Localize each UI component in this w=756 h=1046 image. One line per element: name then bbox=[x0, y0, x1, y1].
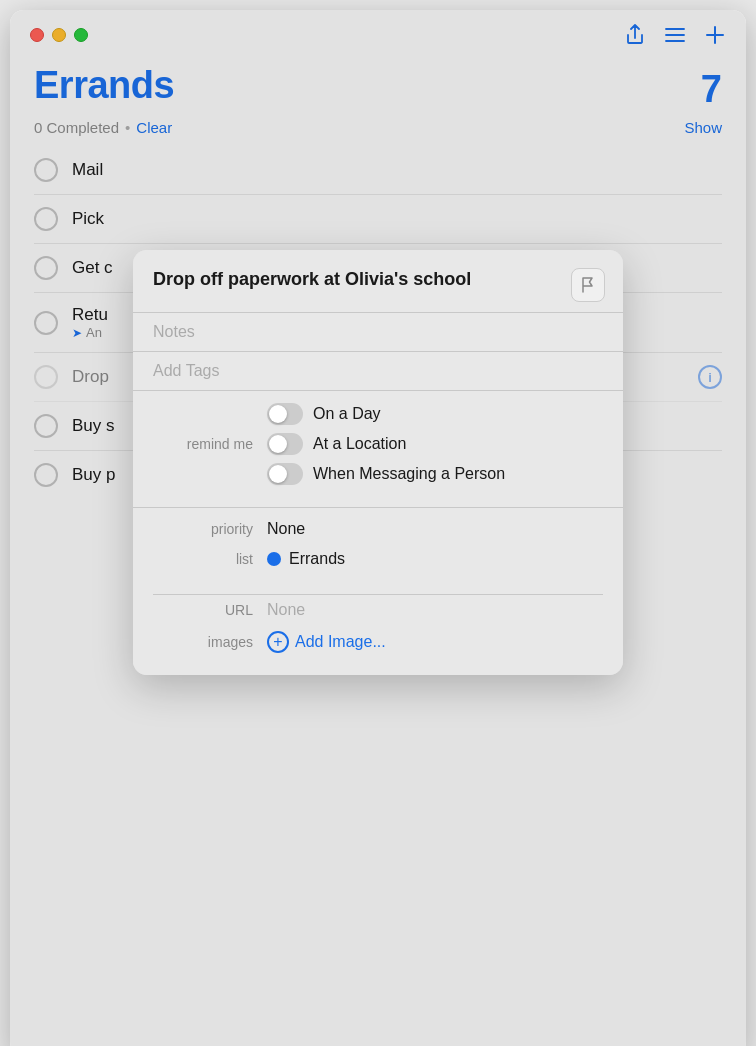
notes-field[interactable]: Notes bbox=[133, 313, 623, 351]
on-a-day-toggle[interactable] bbox=[267, 403, 303, 425]
list-label: list bbox=[153, 551, 253, 567]
url-value[interactable]: None bbox=[267, 601, 305, 619]
flag-button[interactable] bbox=[571, 268, 605, 302]
messaging-toggle[interactable] bbox=[267, 463, 303, 485]
add-image-button[interactable]: + Add Image... bbox=[267, 631, 386, 653]
on-a-day-label: On a Day bbox=[313, 405, 381, 423]
remind-options: On a Day At a Location When Messaging a … bbox=[267, 403, 505, 485]
list-row: list Errands bbox=[153, 544, 603, 574]
url-images-section: URL None images + Add Image... bbox=[133, 586, 623, 675]
remind-option-day: On a Day bbox=[267, 403, 505, 425]
images-label: images bbox=[153, 634, 253, 650]
images-row: images + Add Image... bbox=[153, 625, 603, 659]
list-name: Errands bbox=[289, 550, 345, 568]
remind-me-label: remind me bbox=[153, 436, 253, 452]
priority-list-section: priority None list Errands bbox=[133, 508, 623, 586]
remind-me-section: remind me On a Day At a Location W bbox=[133, 391, 623, 507]
add-image-icon: + bbox=[267, 631, 289, 653]
priority-row: priority None bbox=[153, 514, 603, 544]
priority-label: priority bbox=[153, 521, 253, 537]
messaging-label: When Messaging a Person bbox=[313, 465, 505, 483]
remind-option-messaging: When Messaging a Person bbox=[267, 463, 505, 485]
list-value[interactable]: Errands bbox=[267, 550, 345, 568]
popup-title: Drop off paperwork at Olivia's school bbox=[153, 268, 471, 291]
at-location-toggle[interactable] bbox=[267, 433, 303, 455]
remind-option-location: At a Location bbox=[267, 433, 505, 455]
task-detail-popup: Drop off paperwork at Olivia's school No… bbox=[133, 250, 623, 675]
tags-field[interactable]: Add Tags bbox=[133, 352, 623, 390]
url-row: URL None bbox=[153, 594, 603, 625]
url-label: URL bbox=[153, 602, 253, 618]
popup-overlay: Drop off paperwork at Olivia's school No… bbox=[10, 10, 746, 1046]
add-image-label: Add Image... bbox=[295, 633, 386, 651]
priority-value[interactable]: None bbox=[267, 520, 305, 538]
popup-header: Drop off paperwork at Olivia's school bbox=[133, 250, 623, 312]
list-color-dot bbox=[267, 552, 281, 566]
at-location-label: At a Location bbox=[313, 435, 406, 453]
app-window: Errands 7 0 Completed • Clear Show Mail … bbox=[10, 10, 746, 1046]
remind-row: remind me On a Day At a Location W bbox=[153, 403, 603, 485]
